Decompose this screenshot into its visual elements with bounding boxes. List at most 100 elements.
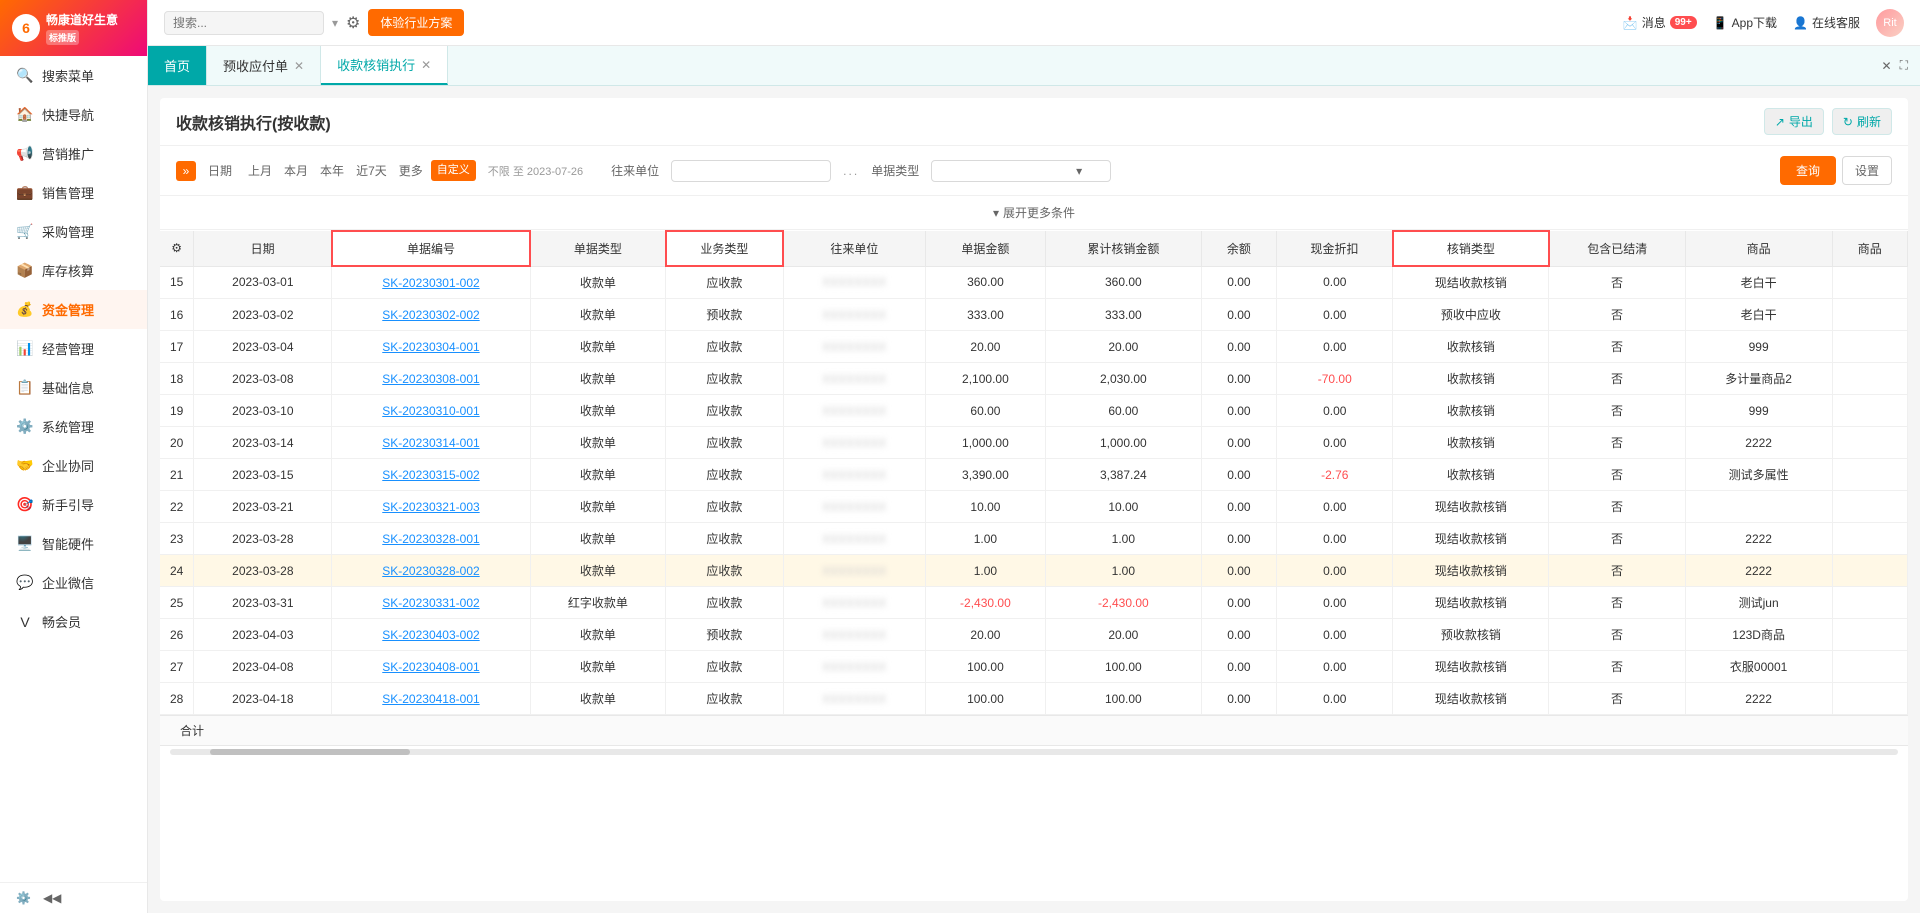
cell-docno[interactable]: SK-20230321-003 [332, 491, 530, 523]
cell-docno[interactable]: SK-20230304-001 [332, 331, 530, 363]
app-download-button[interactable]: 📱 App下载 [1713, 14, 1777, 31]
cell-biz-type: 应收款 [666, 427, 783, 459]
sidebar-item-label: 企业协同 [42, 456, 94, 475]
settings-bottom-icon[interactable]: ⚙️ [16, 891, 31, 905]
table-row[interactable]: 23 2023-03-28 SK-20230328-001 收款单 应收款 XX… [160, 523, 1908, 555]
cell-partner: XXXXXXXX [783, 427, 925, 459]
table-row[interactable]: 20 2023-03-14 SK-20230314-001 收款单 应收款 XX… [160, 427, 1908, 459]
message-button[interactable]: 📩 消息 99+ [1623, 14, 1697, 31]
cell-discount: -70.00 [1277, 363, 1393, 395]
cell-docno[interactable]: SK-20230301-002 [332, 266, 530, 299]
filter-settings-button[interactable]: 设置 [1842, 156, 1892, 185]
cell-docno[interactable]: SK-20230408-001 [332, 651, 530, 683]
cell-docno[interactable]: SK-20230310-001 [332, 395, 530, 427]
table-row[interactable]: 24 2023-03-28 SK-20230328-002 收款单 应收款 XX… [160, 555, 1908, 587]
avatar[interactable]: Rit [1876, 9, 1904, 37]
sidebar-item-basic[interactable]: 📋 基础信息 [0, 368, 147, 407]
tab-receipt-close-icon[interactable]: ✕ [421, 58, 431, 72]
table-row[interactable]: 19 2023-03-10 SK-20230310-001 收款单 应收款 XX… [160, 395, 1908, 427]
query-button[interactable]: 查询 [1780, 156, 1836, 185]
more-button[interactable]: 更多 [395, 160, 427, 181]
sidebar-item-purchase[interactable]: 🛒 采购管理 [0, 212, 147, 251]
cell-date: 2023-04-18 [194, 683, 332, 715]
cell-product1: 测试多属性 [1685, 459, 1832, 491]
week7-button[interactable]: 近7天 [352, 160, 391, 181]
close-window-icon[interactable]: ✕ [1882, 59, 1892, 73]
partner-filter-input[interactable] [671, 160, 831, 182]
topbar-search-input[interactable] [164, 11, 324, 35]
cell-write-off: 333.00 [1045, 299, 1201, 331]
table-row[interactable]: 21 2023-03-15 SK-20230315-002 收款单 应收款 XX… [160, 459, 1908, 491]
col-partner: 往来单位 [783, 231, 925, 266]
tab-receipt[interactable]: 收款核销执行 ✕ [321, 46, 448, 85]
table-row[interactable]: 18 2023-03-08 SK-20230308-001 收款单 应收款 XX… [160, 363, 1908, 395]
col-settings[interactable]: ⚙ [160, 231, 194, 266]
maximize-icon[interactable]: ⛶ [1900, 58, 1908, 73]
sidebar-item-system[interactable]: ⚙️ 系统管理 [0, 407, 147, 446]
cell-write-off: -2,430.00 [1045, 587, 1201, 619]
sidebar-item-inventory[interactable]: 📦 库存核算 [0, 251, 147, 290]
purchase-icon: 🛒 [16, 223, 34, 240]
topbar-gear-icon[interactable]: ⚙ [346, 13, 360, 33]
doc-type-select[interactable]: ▾ [931, 160, 1111, 182]
table-row[interactable]: 16 2023-03-02 SK-20230302-002 收款单 预收款 XX… [160, 299, 1908, 331]
sidebar-item-search[interactable]: 🔍 搜索菜单 [0, 56, 147, 95]
cell-date: 2023-03-28 [194, 523, 332, 555]
sidebar-item-enterprise[interactable]: 🤝 企业协同 [0, 446, 147, 485]
sidebar-item-wechat[interactable]: 💬 企业微信 [0, 563, 147, 602]
cur-year-button[interactable]: 本年 [316, 160, 348, 181]
tab-prepay-close-icon[interactable]: ✕ [294, 59, 304, 73]
cur-month-button[interactable]: 本月 [280, 160, 312, 181]
tab-prepay[interactable]: 预收应付单 ✕ [207, 46, 321, 85]
cell-balance: 0.00 [1201, 395, 1276, 427]
sidebar-item-member[interactable]: V 畅会员 [0, 602, 147, 641]
table-row[interactable]: 27 2023-04-08 SK-20230408-001 收款单 应收款 XX… [160, 651, 1908, 683]
col-product1: 商品 [1685, 231, 1832, 266]
online-service-button[interactable]: 👤 在线客服 [1793, 14, 1860, 31]
table-row[interactable]: 25 2023-03-31 SK-20230331-002 红字收款单 应收款 … [160, 587, 1908, 619]
cell-docno[interactable]: SK-20230328-001 [332, 523, 530, 555]
horizontal-scrollbar[interactable] [160, 745, 1908, 757]
sidebar-item-operations[interactable]: 📊 经营管理 [0, 329, 147, 368]
cell-cancel-type: 现结收款核销 [1393, 683, 1549, 715]
refresh-button[interactable]: ↻ 刷新 [1832, 108, 1892, 135]
sidebar-item-quick[interactable]: 🏠 快捷导航 [0, 95, 147, 134]
collapse-icon[interactable]: ◀◀ [43, 891, 61, 905]
table-row[interactable]: 26 2023-04-03 SK-20230403-002 收款单 预收款 XX… [160, 619, 1908, 651]
cell-docno[interactable]: SK-20230315-002 [332, 459, 530, 491]
table-row[interactable]: 28 2023-04-18 SK-20230418-001 收款单 应收款 XX… [160, 683, 1908, 715]
cell-docno[interactable]: SK-20230328-002 [332, 555, 530, 587]
cell-docno[interactable]: SK-20230302-002 [332, 299, 530, 331]
export-button[interactable]: ↗ 导出 [1764, 108, 1824, 135]
table-row[interactable]: 17 2023-03-04 SK-20230304-001 收款单 应收款 XX… [160, 331, 1908, 363]
custom-date-button[interactable]: 自定义 [431, 160, 476, 181]
col-date: 日期 [194, 231, 332, 266]
prev-month-button[interactable]: 上月 [244, 160, 276, 181]
cell-product2 [1832, 555, 1907, 587]
filter-expand-button[interactable]: » [176, 161, 196, 181]
cell-discount: -2.76 [1277, 459, 1393, 491]
cell-docno[interactable]: SK-20230418-001 [332, 683, 530, 715]
sidebar-item-hardware[interactable]: 🖥️ 智能硬件 [0, 524, 147, 563]
cell-product1 [1685, 491, 1832, 523]
sidebar-item-label: 搜索菜单 [42, 66, 94, 85]
cell-date: 2023-03-21 [194, 491, 332, 523]
table-row[interactable]: 15 2023-03-01 SK-20230301-002 收款单 应收款 XX… [160, 266, 1908, 299]
table-row[interactable]: 22 2023-03-21 SK-20230321-003 收款单 应收款 XX… [160, 491, 1908, 523]
cell-amount: 1.00 [925, 523, 1045, 555]
cell-docno[interactable]: SK-20230314-001 [332, 427, 530, 459]
industry-solution-button[interactable]: 体验行业方案 [368, 9, 464, 36]
sidebar-item-sales[interactable]: 💼 销售管理 [0, 173, 147, 212]
cell-docno[interactable]: SK-20230308-001 [332, 363, 530, 395]
table-footer: 合计 [160, 715, 1908, 745]
sidebar-item-guide[interactable]: 🎯 新手引导 [0, 485, 147, 524]
tab-home[interactable]: 首页 [148, 46, 207, 85]
cell-write-off: 2,030.00 [1045, 363, 1201, 395]
cell-biz-type: 应收款 [666, 395, 783, 427]
sidebar-item-finance[interactable]: 💰 资金管理 [0, 290, 147, 329]
cell-docno[interactable]: SK-20230403-002 [332, 619, 530, 651]
sidebar-item-marketing[interactable]: 📢 营销推广 [0, 134, 147, 173]
expand-more-button[interactable]: ▾ 展开更多条件 [993, 200, 1075, 225]
cell-no: 28 [160, 683, 194, 715]
cell-docno[interactable]: SK-20230331-002 [332, 587, 530, 619]
